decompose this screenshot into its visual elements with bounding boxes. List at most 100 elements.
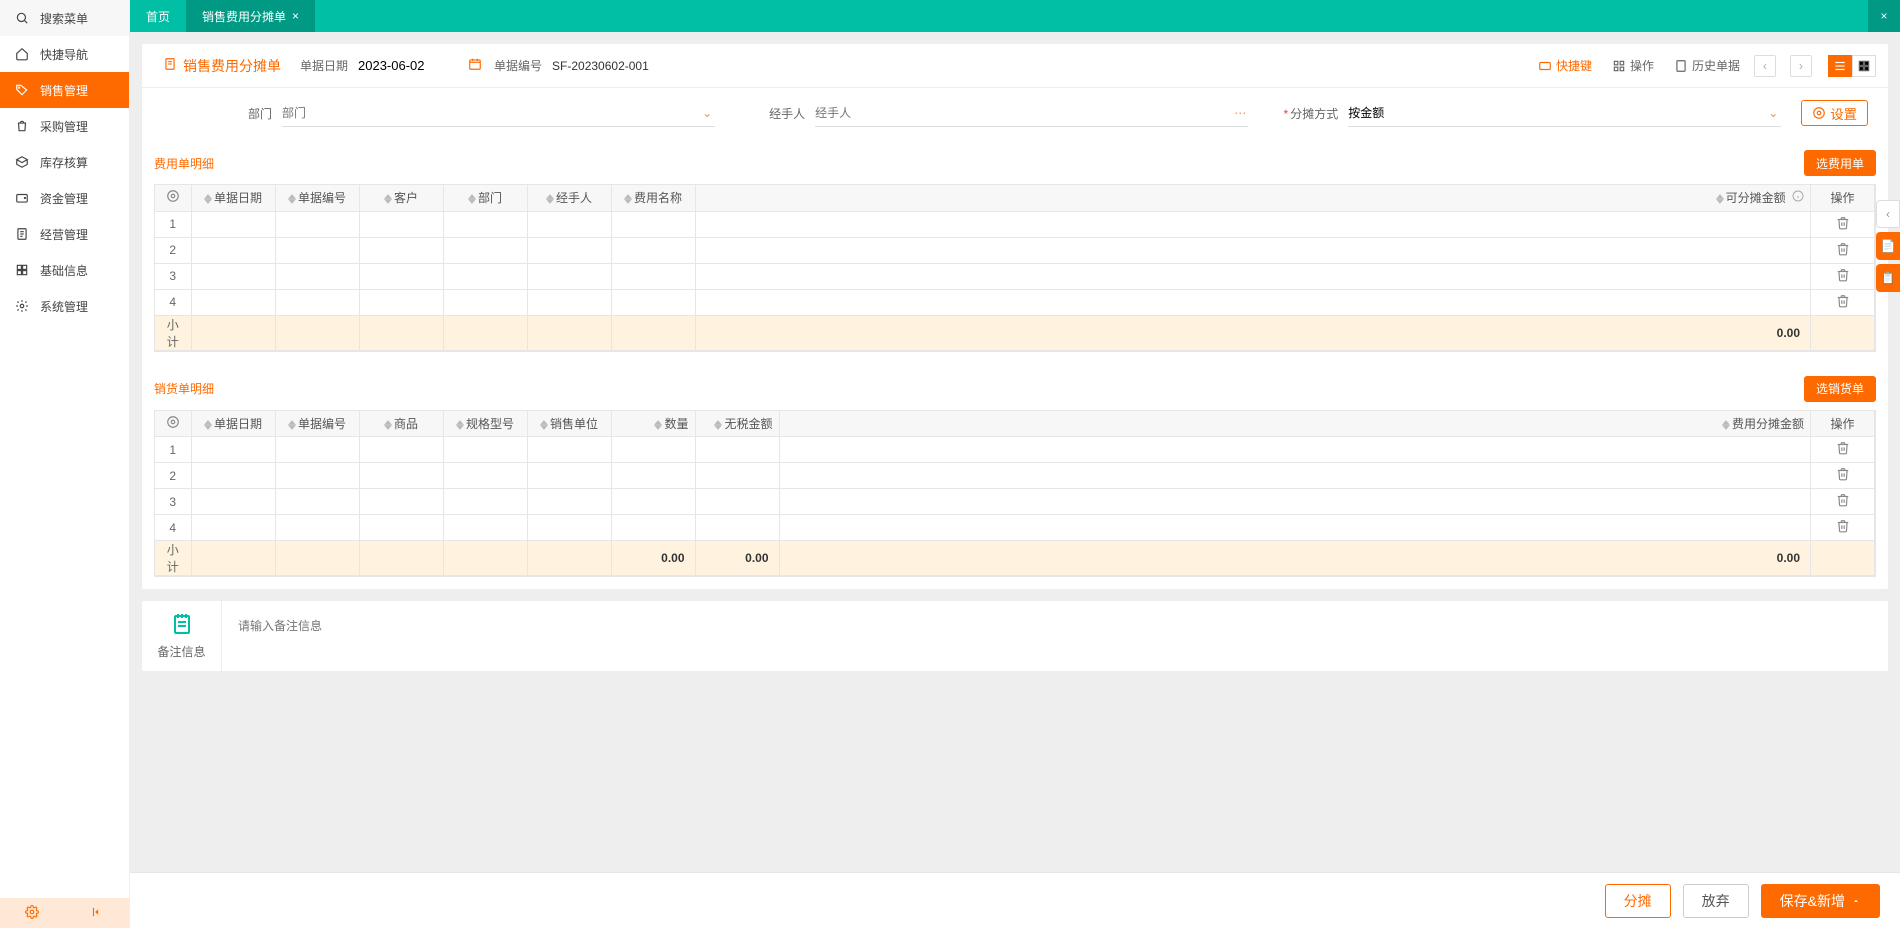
- rail-expand-icon[interactable]: ‹: [1876, 200, 1900, 228]
- select-sales-button[interactable]: 选销货单: [1804, 376, 1876, 402]
- doc-icon: [14, 226, 30, 242]
- rail-btn-1[interactable]: 📄: [1876, 232, 1900, 260]
- sidenav-item-2[interactable]: 销售管理: [0, 72, 129, 108]
- doc-title-text: 销售费用分摊单: [183, 56, 281, 76]
- col-header[interactable]: 部门: [443, 185, 527, 211]
- info-icon: [1792, 191, 1804, 205]
- grid-icon: [14, 262, 30, 278]
- view-toggle: [1828, 55, 1876, 77]
- sidenav-item-3[interactable]: 采购管理: [0, 108, 129, 144]
- notes-input[interactable]: [222, 601, 1888, 671]
- view-card-icon[interactable]: [1852, 55, 1876, 77]
- table-row[interactable]: 2: [155, 463, 1875, 489]
- sidenav-item-7[interactable]: 基础信息: [0, 252, 129, 288]
- chevron-down-icon[interactable]: ⌄: [699, 106, 715, 120]
- save-button[interactable]: 保存&新增: [1761, 884, 1880, 918]
- table-row[interactable]: 1: [155, 437, 1875, 463]
- next-doc-icon[interactable]: ›: [1790, 55, 1812, 77]
- tab-label: 首页: [146, 8, 170, 25]
- doc-icon: [163, 57, 177, 74]
- field-handler: 经手人 ⋯: [735, 99, 1248, 127]
- table-row[interactable]: 3: [155, 263, 1875, 289]
- sidenav-item-label: 销售管理: [40, 82, 88, 99]
- doc-date-input[interactable]: [358, 56, 458, 76]
- home-icon: [14, 46, 30, 62]
- section-title: 费用单明细: [154, 155, 214, 172]
- shortcut-link[interactable]: 快捷键: [1538, 57, 1592, 74]
- view-list-icon[interactable]: [1828, 55, 1852, 77]
- col-gear[interactable]: [155, 185, 191, 211]
- row-delete[interactable]: [1811, 237, 1875, 263]
- col-header[interactable]: 商品: [359, 411, 443, 437]
- row-delete[interactable]: [1811, 289, 1875, 315]
- row-delete[interactable]: [1811, 437, 1875, 463]
- table-row[interactable]: 3: [155, 489, 1875, 515]
- col-header[interactable]: 费用名称: [611, 185, 695, 211]
- sidenav: 搜索菜单快捷导航销售管理采购管理库存核算资金管理经营管理基础信息系统管理: [0, 0, 130, 928]
- col-header[interactable]: 单据编号: [275, 185, 359, 211]
- chevron-down-icon[interactable]: ⌄: [1765, 106, 1781, 120]
- col-header[interactable]: 无税金额: [695, 411, 779, 437]
- allocate-button[interactable]: 分摊: [1605, 884, 1671, 918]
- rail-btn-2[interactable]: 📋: [1876, 264, 1900, 292]
- tab-close-all[interactable]: ×: [1868, 0, 1900, 32]
- sidenav-item-label: 系统管理: [40, 298, 88, 315]
- discard-button[interactable]: 放弃: [1683, 884, 1749, 918]
- method-input[interactable]: [1348, 106, 1765, 120]
- doc-header: 销售费用分摊单 单据日期 单据编号 SF-20230602-001 快捷键: [142, 44, 1888, 88]
- sales-section: 销货单明细 选销货单 单据日期单据编号商品规格型号销售单位数量无税金额费用分摊金…: [142, 364, 1888, 590]
- sidenav-item-label: 搜索菜单: [40, 10, 88, 27]
- col-header[interactable]: 单据日期: [191, 185, 275, 211]
- col-op: 操作: [1811, 411, 1875, 437]
- sidenav-item-label: 采购管理: [40, 118, 88, 135]
- col-header[interactable]: 单据日期: [191, 411, 275, 437]
- row-delete[interactable]: [1811, 489, 1875, 515]
- row-delete[interactable]: [1811, 463, 1875, 489]
- collapse-icon[interactable]: [90, 905, 104, 922]
- prev-doc-icon[interactable]: ‹: [1754, 55, 1776, 77]
- dept-input[interactable]: [282, 106, 699, 120]
- notes-label: 备注信息: [157, 643, 205, 660]
- tab-label: 销售费用分摊单: [202, 8, 286, 25]
- field-label: 部门: [202, 105, 282, 122]
- calendar-icon[interactable]: [468, 57, 484, 74]
- sales-grid: 单据日期单据编号商品规格型号销售单位数量无税金额费用分摊金额操作 1234小计0…: [154, 410, 1876, 578]
- bag-icon: [14, 118, 30, 134]
- history-link[interactable]: 历史单据: [1674, 57, 1740, 74]
- close-icon[interactable]: ×: [292, 9, 299, 23]
- col-header[interactable]: 客户: [359, 185, 443, 211]
- handler-input[interactable]: [815, 106, 1232, 120]
- col-header[interactable]: 数量: [611, 411, 695, 437]
- col-header[interactable]: 销售单位: [527, 411, 611, 437]
- sidenav-item-0[interactable]: 搜索菜单: [0, 0, 129, 36]
- row-delete[interactable]: [1811, 515, 1875, 541]
- row-delete[interactable]: [1811, 263, 1875, 289]
- tab-current[interactable]: 销售费用分摊单 ×: [186, 0, 315, 32]
- sidenav-item-1[interactable]: 快捷导航: [0, 36, 129, 72]
- col-header[interactable]: 可分摊金额: [695, 185, 1811, 211]
- col-header[interactable]: 规格型号: [443, 411, 527, 437]
- col-header[interactable]: 单据编号: [275, 411, 359, 437]
- table-row[interactable]: 4: [155, 515, 1875, 541]
- form-row: 部门 ⌄ 经手人 ⋯ *分摊方式: [142, 88, 1888, 138]
- search-icon: [14, 10, 30, 26]
- col-gear[interactable]: [155, 411, 191, 437]
- table-row[interactable]: 4: [155, 289, 1875, 315]
- sidenav-item-4[interactable]: 库存核算: [0, 144, 129, 180]
- sidenav-item-5[interactable]: 资金管理: [0, 180, 129, 216]
- wallet-icon: [14, 190, 30, 206]
- ellipsis-icon[interactable]: ⋯: [1232, 106, 1248, 120]
- table-row[interactable]: 2: [155, 237, 1875, 263]
- settings-button[interactable]: 设置: [1801, 100, 1868, 126]
- settings-icon[interactable]: [25, 905, 39, 922]
- sidenav-item-8[interactable]: 系统管理: [0, 288, 129, 324]
- table-row[interactable]: 1: [155, 211, 1875, 237]
- select-expense-button[interactable]: 选费用单: [1804, 150, 1876, 176]
- sidenav-item-6[interactable]: 经营管理: [0, 216, 129, 252]
- col-header[interactable]: 费用分摊金额: [779, 411, 1811, 437]
- tab-home[interactable]: 首页: [130, 0, 186, 32]
- row-delete[interactable]: [1811, 211, 1875, 237]
- operate-link[interactable]: 操作: [1612, 57, 1654, 74]
- doc-date-label: 单据日期: [300, 57, 348, 74]
- col-header[interactable]: 经手人: [527, 185, 611, 211]
